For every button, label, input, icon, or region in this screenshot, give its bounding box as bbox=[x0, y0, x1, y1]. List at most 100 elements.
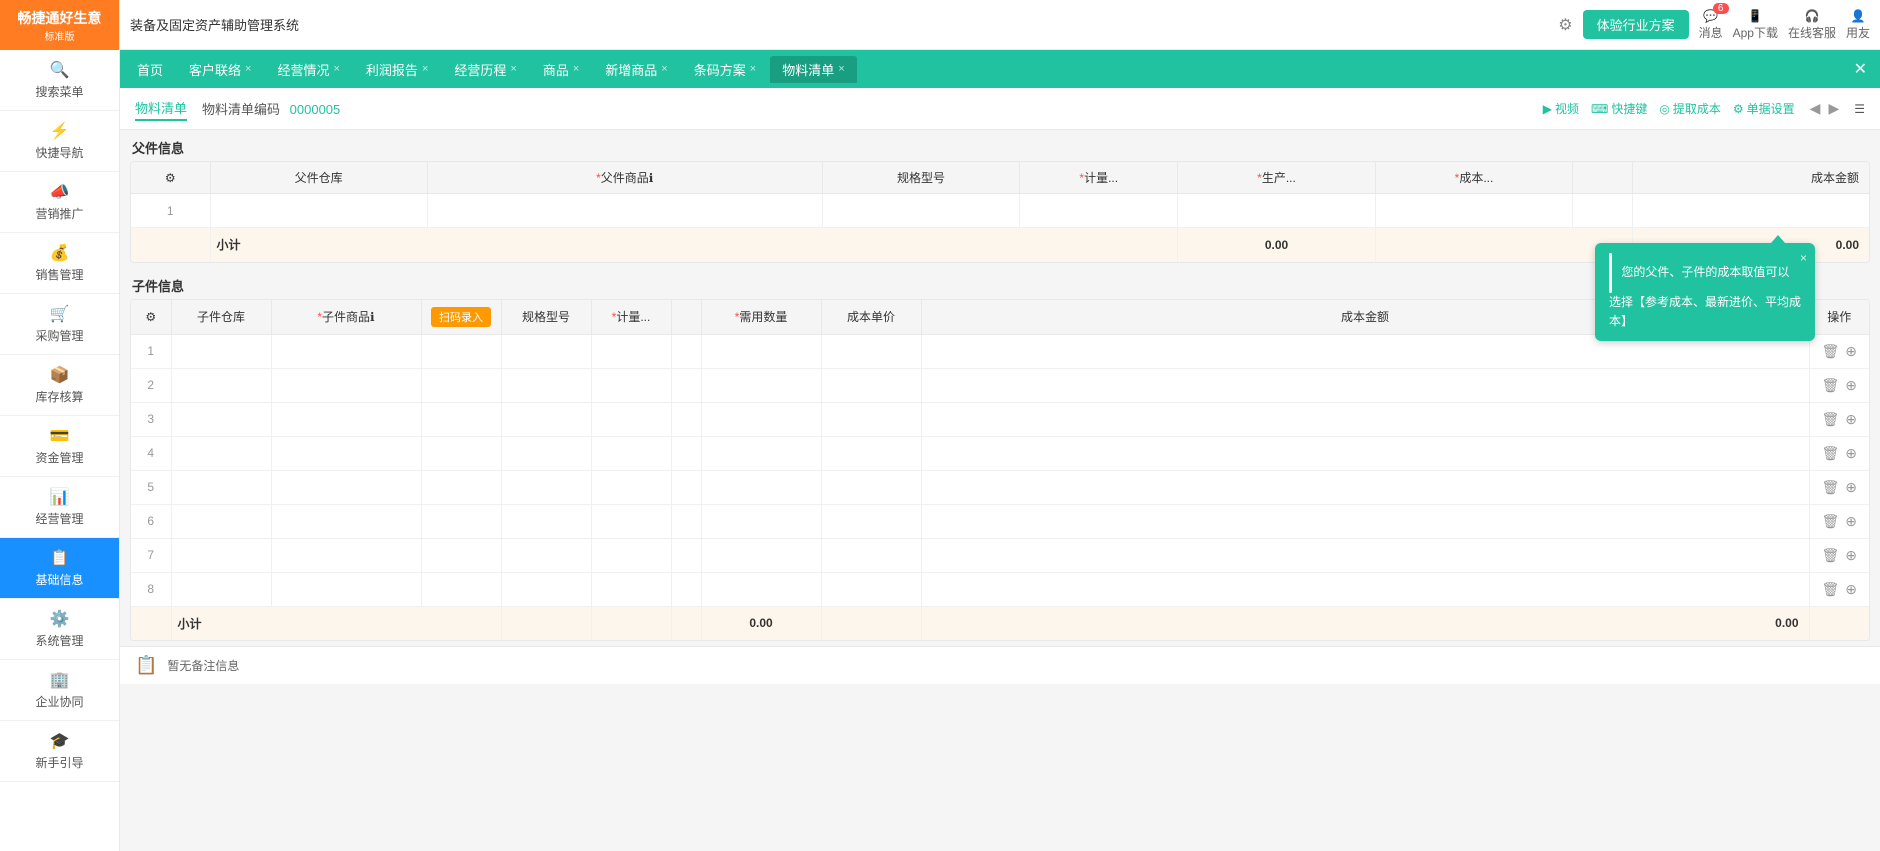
tab-close-bom[interactable]: × bbox=[838, 63, 844, 75]
copy-icon[interactable]: ⊕ bbox=[1845, 581, 1857, 598]
delete-icon[interactable]: 🗑 bbox=[1821, 411, 1839, 428]
tab-close-profit[interactable]: × bbox=[422, 63, 428, 75]
parent-row-produce[interactable] bbox=[1178, 194, 1376, 228]
child-col-settings[interactable]: ⚙ bbox=[131, 300, 171, 335]
delete-icon[interactable]: 🗑 bbox=[1821, 581, 1839, 598]
child-row-warehouse[interactable] bbox=[171, 368, 271, 402]
delete-icon[interactable]: 🗑 bbox=[1821, 445, 1839, 462]
scan-button[interactable]: 扫码录入 bbox=[431, 307, 491, 327]
nav-close-button[interactable]: ✕ bbox=[1846, 59, 1875, 79]
prev-arrow[interactable]: ◀ bbox=[1807, 100, 1824, 117]
nav-tab-home[interactable]: 首页 bbox=[125, 56, 175, 83]
child-row-unit-cost[interactable] bbox=[821, 368, 921, 402]
nav-tab-customers[interactable]: 客户联络× bbox=[177, 56, 263, 83]
child-row-qty[interactable] bbox=[701, 572, 821, 606]
tab-close-addgoods[interactable]: × bbox=[661, 63, 667, 75]
child-row-unit-cost[interactable] bbox=[821, 436, 921, 470]
child-row-qty[interactable] bbox=[701, 538, 821, 572]
child-row-spec[interactable] bbox=[501, 368, 591, 402]
sidebar-item-stock[interactable]: 📦库存核算 bbox=[0, 355, 119, 416]
parent-col-settings[interactable]: ⚙ bbox=[131, 162, 210, 194]
child-row-goods[interactable] bbox=[271, 368, 421, 402]
child-row-unit[interactable] bbox=[591, 572, 671, 606]
tooltip-close-button[interactable]: × bbox=[1800, 249, 1807, 268]
child-row-warehouse[interactable] bbox=[171, 572, 271, 606]
delete-icon[interactable]: 🗑 bbox=[1821, 343, 1839, 360]
tab-close-history[interactable]: × bbox=[510, 63, 516, 75]
sidebar-item-purchase[interactable]: 🛒采购管理 bbox=[0, 294, 119, 355]
copy-icon[interactable]: ⊕ bbox=[1845, 445, 1857, 462]
child-row-spec[interactable] bbox=[501, 470, 591, 504]
child-row-qty[interactable] bbox=[701, 436, 821, 470]
child-row-unit-cost[interactable] bbox=[821, 470, 921, 504]
child-row-spec[interactable] bbox=[501, 504, 591, 538]
copy-icon[interactable]: ⊕ bbox=[1845, 377, 1857, 394]
child-row-spec[interactable] bbox=[501, 402, 591, 436]
delete-icon[interactable]: 🗑 bbox=[1821, 377, 1839, 394]
sidebar-item-search[interactable]: 🔍搜索菜单 bbox=[0, 50, 119, 111]
setting-action[interactable]: ⚙ 单据设置 bbox=[1733, 100, 1795, 117]
parent-row-warehouse[interactable] bbox=[210, 194, 427, 228]
tab-close-barcode[interactable]: × bbox=[750, 63, 756, 75]
child-row-unit-cost[interactable] bbox=[821, 334, 921, 368]
sub-tab-list[interactable]: 物料清单 bbox=[135, 96, 187, 121]
child-row-qty[interactable] bbox=[701, 368, 821, 402]
copy-icon[interactable]: ⊕ bbox=[1845, 547, 1857, 564]
parent-row-spec[interactable] bbox=[822, 194, 1020, 228]
video-action[interactable]: ▶ 视频 bbox=[1543, 100, 1579, 117]
tab-close-customers[interactable]: × bbox=[245, 63, 251, 75]
child-row-warehouse[interactable] bbox=[171, 334, 271, 368]
child-row-unit[interactable] bbox=[591, 368, 671, 402]
child-row-warehouse[interactable] bbox=[171, 504, 271, 538]
child-row-goods[interactable] bbox=[271, 504, 421, 538]
child-row-qty[interactable] bbox=[701, 504, 821, 538]
message-icon[interactable]: 💬 6 消息 bbox=[1699, 9, 1723, 41]
child-row-warehouse[interactable] bbox=[171, 470, 271, 504]
parent-row-cost[interactable] bbox=[1375, 194, 1573, 228]
try-btn[interactable]: 体验行业方案 bbox=[1583, 10, 1689, 39]
child-row-goods[interactable] bbox=[271, 572, 421, 606]
delete-icon[interactable]: 🗑 bbox=[1821, 513, 1839, 530]
child-row-unit[interactable] bbox=[591, 470, 671, 504]
copy-icon[interactable]: ⊕ bbox=[1845, 513, 1857, 530]
parent-row-unit[interactable] bbox=[1020, 194, 1178, 228]
sidebar-item-enterprise[interactable]: 🏢企业协同 bbox=[0, 660, 119, 721]
child-row-unit[interactable] bbox=[591, 538, 671, 572]
child-row-goods[interactable] bbox=[271, 436, 421, 470]
child-row-goods[interactable] bbox=[271, 334, 421, 368]
child-row-spec[interactable] bbox=[501, 538, 591, 572]
sidebar-item-marketing[interactable]: 📣营销推广 bbox=[0, 172, 119, 233]
copy-icon[interactable]: ⊕ bbox=[1845, 411, 1857, 428]
child-col-scan[interactable]: 扫码录入 bbox=[421, 300, 501, 335]
shortcut-action[interactable]: ⌨ 快捷键 bbox=[1591, 100, 1647, 117]
next-arrow[interactable]: ▶ bbox=[1825, 100, 1842, 117]
settings-icon[interactable]: ⚙ bbox=[1558, 15, 1572, 35]
child-row-warehouse[interactable] bbox=[171, 402, 271, 436]
tab-close-operation[interactable]: × bbox=[333, 63, 339, 75]
child-row-qty[interactable] bbox=[701, 334, 821, 368]
child-row-warehouse[interactable] bbox=[171, 436, 271, 470]
sidebar-item-operation[interactable]: 📊经营管理 bbox=[0, 477, 119, 538]
cost-action[interactable]: ◎ 提取成本 bbox=[1659, 100, 1721, 117]
sidebar-item-quicknav[interactable]: ⚡快捷导航 bbox=[0, 111, 119, 172]
child-row-spec[interactable] bbox=[501, 334, 591, 368]
copy-icon[interactable]: ⊕ bbox=[1845, 343, 1857, 360]
copy-icon[interactable]: ⊕ bbox=[1845, 479, 1857, 496]
app-download[interactable]: 📱 App下载 bbox=[1733, 9, 1778, 41]
nav-tab-profit[interactable]: 利润报告× bbox=[354, 56, 440, 83]
nav-tab-barcode[interactable]: 条码方案× bbox=[682, 56, 768, 83]
child-row-unit[interactable] bbox=[591, 334, 671, 368]
child-row-warehouse[interactable] bbox=[171, 538, 271, 572]
child-row-unit-cost[interactable] bbox=[821, 402, 921, 436]
sidebar-item-guide[interactable]: 🎓新手引导 bbox=[0, 721, 119, 782]
child-row-unit-cost[interactable] bbox=[821, 504, 921, 538]
child-row-unit[interactable] bbox=[591, 436, 671, 470]
child-row-qty[interactable] bbox=[701, 470, 821, 504]
nav-tab-bom[interactable]: 物料清单× bbox=[770, 56, 856, 83]
child-row-unit-cost[interactable] bbox=[821, 538, 921, 572]
user-menu[interactable]: 👤 用友 bbox=[1846, 9, 1870, 41]
sidebar-item-sales[interactable]: 💰销售管理 bbox=[0, 233, 119, 294]
child-row-unit[interactable] bbox=[591, 504, 671, 538]
child-row-goods[interactable] bbox=[271, 402, 421, 436]
child-row-goods[interactable] bbox=[271, 470, 421, 504]
